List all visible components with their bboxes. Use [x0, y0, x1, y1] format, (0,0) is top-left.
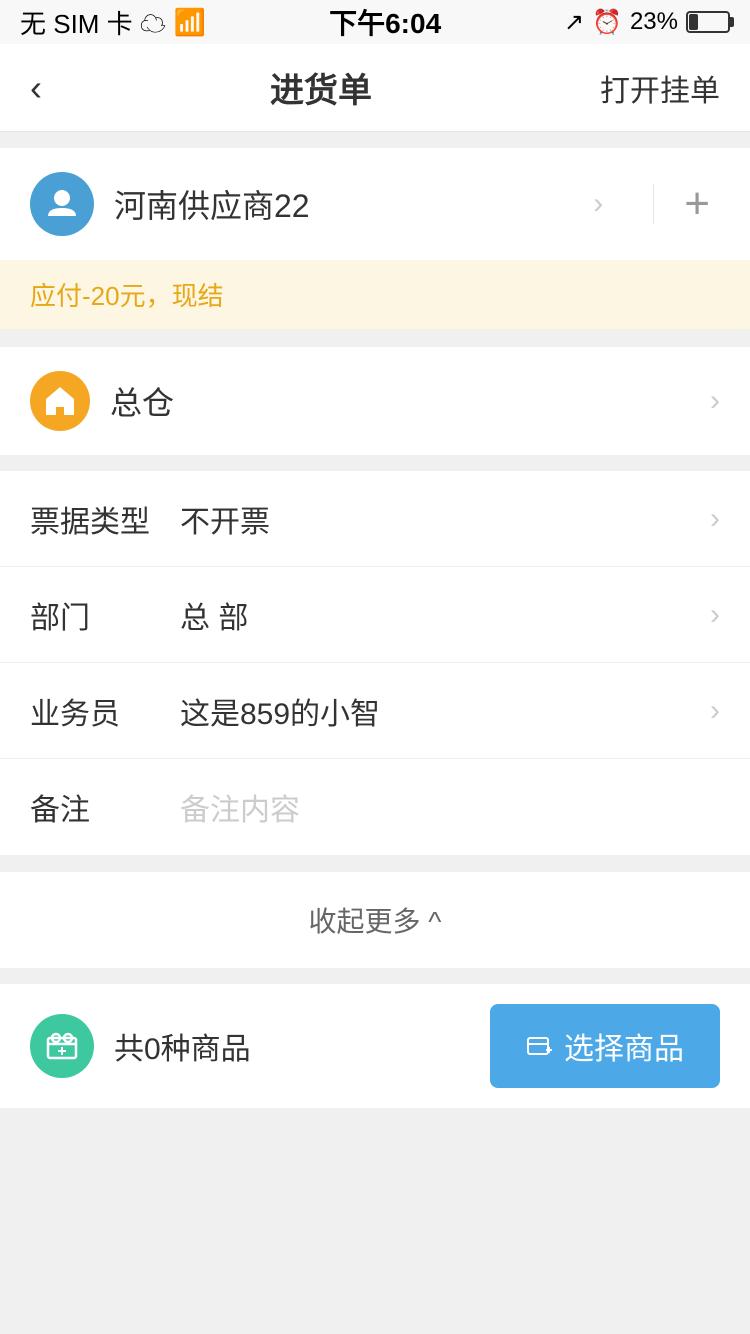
- warehouse-chevron-icon: ›: [710, 384, 720, 418]
- warehouse-icon: [30, 371, 90, 431]
- cart-icon: [44, 1028, 80, 1064]
- supplier-chevron-icon: ›: [593, 187, 603, 221]
- department-value: 总 部: [160, 593, 710, 637]
- select-product-icon: [526, 1032, 554, 1060]
- department-row[interactable]: 部门 总 部 ›: [0, 567, 750, 663]
- battery-icon: [686, 11, 730, 33]
- ticket-type-value: 不开票: [160, 497, 710, 541]
- back-button[interactable]: ‹: [30, 67, 42, 109]
- house-icon: [42, 383, 78, 419]
- notice-bar: 应付-20元，现结: [0, 260, 750, 329]
- page-title: 进货单: [270, 63, 372, 112]
- status-right: ↗ ⏰ 23%: [564, 8, 730, 37]
- supplier-row: 河南供应商22 › +: [0, 148, 750, 260]
- warehouse-section: 总仓 ›: [0, 346, 750, 455]
- nav-bar: ‹ 进货单 打开挂单: [0, 44, 750, 132]
- wifi-icon: 📶: [174, 7, 206, 38]
- remark-label: 备注: [30, 785, 160, 829]
- salesman-row[interactable]: 业务员 这是859的小智 ›: [0, 663, 750, 759]
- ticket-type-chevron-icon: ›: [710, 502, 720, 536]
- supplier-section: 河南供应商22 › + 应付-20元，现结: [0, 148, 750, 329]
- bottom-bar: 共0种商品 选择商品: [0, 984, 750, 1108]
- salesman-value: 这是859的小智: [160, 689, 710, 733]
- status-time: 下午6:04: [329, 2, 441, 42]
- supplier-avatar: [30, 172, 94, 236]
- battery-percent: 23%: [630, 8, 678, 36]
- notice-text: 应付-20元，现结: [30, 281, 224, 311]
- person-icon: [44, 186, 80, 222]
- select-product-label: 选择商品: [564, 1024, 684, 1068]
- sim-label: 无 SIM 卡 ☁: [20, 4, 166, 41]
- ticket-type-row[interactable]: 票据类型 不开票 ›: [0, 471, 750, 567]
- product-count-text: 共0种商品: [114, 1024, 470, 1068]
- alarm-icon: ⏰: [592, 8, 622, 37]
- collapse-text: 收起更多 ^: [309, 900, 442, 940]
- ticket-type-label: 票据类型: [30, 497, 160, 541]
- add-supplier-button[interactable]: +: [674, 179, 720, 229]
- status-bar: 无 SIM 卡 ☁ 📶 下午6:04 ↗ ⏰ 23%: [0, 0, 750, 44]
- top-divider: [0, 132, 750, 148]
- select-product-button[interactable]: 选择商品: [490, 1004, 720, 1088]
- product-count-icon: [30, 1014, 94, 1078]
- warehouse-name: 总仓: [110, 378, 710, 424]
- department-label: 部门: [30, 593, 160, 637]
- collapse-section[interactable]: 收起更多 ^: [0, 871, 750, 968]
- status-left: 无 SIM 卡 ☁ 📶: [20, 4, 206, 41]
- supplier-name[interactable]: 河南供应商22: [114, 181, 593, 227]
- warehouse-row[interactable]: 总仓 ›: [0, 346, 750, 455]
- remark-row[interactable]: 备注 备注内容: [0, 759, 750, 855]
- open-pending-button[interactable]: 打开挂单: [600, 66, 720, 110]
- supplier-divider: [653, 184, 654, 224]
- location-icon: ↗: [564, 8, 584, 37]
- warehouse-divider: [0, 330, 750, 346]
- department-chevron-icon: ›: [710, 598, 720, 632]
- remark-input[interactable]: 备注内容: [160, 785, 720, 829]
- salesman-chevron-icon: ›: [710, 694, 720, 728]
- salesman-label: 业务员: [30, 689, 160, 733]
- form-section: 票据类型 不开票 › 部门 总 部 › 业务员 这是859的小智 › 备注 备注…: [0, 471, 750, 855]
